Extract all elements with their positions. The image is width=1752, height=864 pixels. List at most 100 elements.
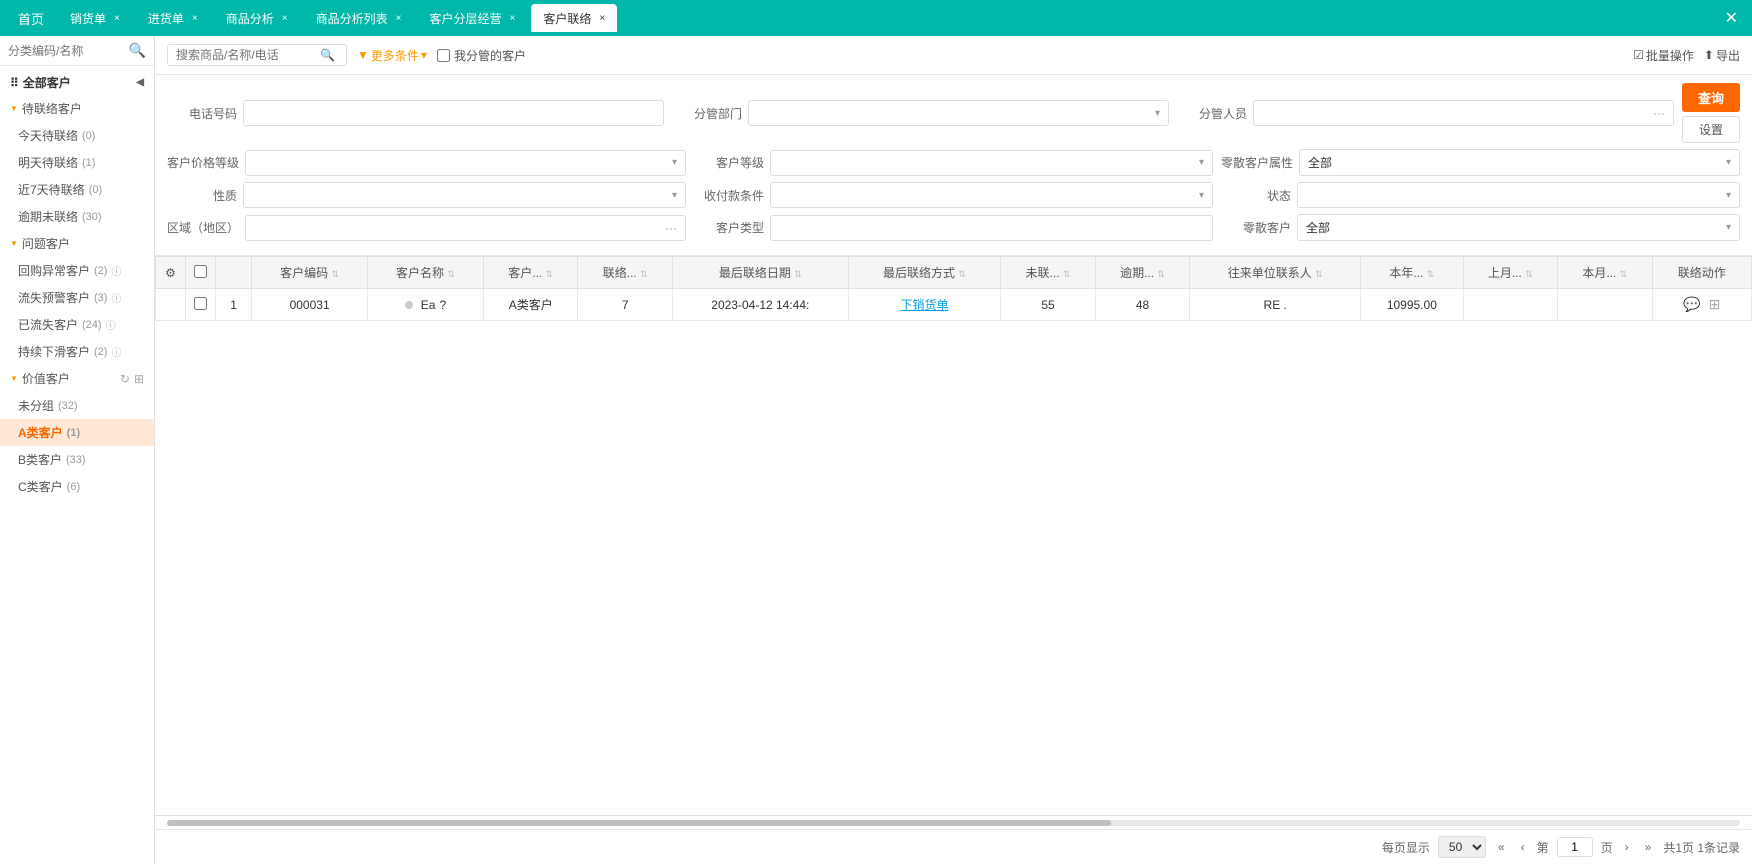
th-settings[interactable]: ⚙	[156, 257, 186, 289]
th-checkbox[interactable]	[186, 257, 216, 289]
per-page-select[interactable]: 50	[1438, 836, 1486, 858]
sidebar-item-class-b[interactable]: B类客户 (33)	[0, 446, 154, 473]
sidebar-item-overdue[interactable]: 逾期未联络 (30)	[0, 203, 154, 230]
person-input[interactable]: ···	[1253, 100, 1674, 126]
sidebar-item-tomorrow[interactable]: 明天待联络 (1)	[0, 149, 154, 176]
th-not-contacted[interactable]: 未联... ⇅	[1001, 257, 1096, 289]
th-this-year[interactable]: 本年... ⇅	[1361, 257, 1463, 289]
th-unit-contact[interactable]: 往来单位联系人 ⇅	[1190, 257, 1361, 289]
nav-tab-purchase[interactable]: 进货单 ×	[136, 4, 210, 32]
filter-field-region: 区域（地区） ···	[167, 215, 686, 241]
link-icon[interactable]: ⊞	[1709, 296, 1721, 313]
query-button[interactable]: 查询	[1682, 83, 1740, 112]
filter-field-dept: 分管部门 ▾	[672, 100, 1169, 126]
cell-this-year: 10995.00	[1361, 289, 1463, 321]
close-icon[interactable]: ×	[282, 13, 288, 24]
cell-last-method[interactable]: 下销货单	[848, 289, 1001, 321]
sidebar-item-class-c[interactable]: C类客户 (6)	[0, 473, 154, 500]
sidebar-item-unclassified[interactable]: 未分组 (32)	[0, 392, 154, 419]
my-customers-checkbox[interactable]: 我分管的客户	[437, 47, 526, 64]
nav-tab-analysis-list[interactable]: 商品分析列表 ×	[304, 4, 414, 32]
th-contact[interactable]: 联络... ⇅	[578, 257, 673, 289]
last-page-button[interactable]: »	[1641, 838, 1656, 856]
sidebar-search-icon[interactable]: 🔍	[129, 42, 146, 59]
close-icon[interactable]: ×	[599, 13, 605, 24]
page-number-input[interactable]	[1557, 837, 1593, 857]
th-last-date[interactable]: 最后联络日期 ⇅	[672, 257, 848, 289]
retail-attr-input[interactable]: 全部 ▾	[1299, 149, 1740, 176]
more-filters-button[interactable]: ▼ 更多条件 ▾	[357, 47, 427, 64]
filter-field-retail-customer: 零散客户 全部 ▾	[1221, 214, 1740, 241]
sidebar-item-today[interactable]: 今天待联络 (0)	[0, 122, 154, 149]
chevron-down-icon: ▾	[1726, 157, 1731, 168]
th-last-method[interactable]: 最后联络方式 ⇅	[848, 257, 1001, 289]
th-action[interactable]: 联络动作	[1652, 257, 1751, 289]
status-input[interactable]: ▾	[1297, 182, 1740, 208]
sidebar-group-problem[interactable]: ▼ 问题客户	[0, 230, 154, 257]
nav-tab-analysis[interactable]: 商品分析 ×	[214, 4, 300, 32]
first-page-button[interactable]: «	[1494, 838, 1509, 856]
th-code[interactable]: 客户编码 ⇅	[252, 257, 368, 289]
cell-last-date: 2023-04-12 14:44:	[672, 289, 848, 321]
th-this-month[interactable]: 本月... ⇅	[1558, 257, 1653, 289]
customer-type-input[interactable]	[770, 215, 1213, 241]
sidebar-search-area: 🔍	[0, 36, 154, 66]
th-last-month[interactable]: 上月... ⇅	[1463, 257, 1558, 289]
scroll-thumb[interactable]	[167, 820, 1111, 826]
nav-tab-customer-tier[interactable]: 客户分层经营 ×	[417, 4, 527, 32]
nature-input[interactable]: ▾	[243, 182, 686, 208]
triangle-icon: ▼	[10, 239, 18, 248]
sidebar-item-declining[interactable]: 持续下滑客户 (2) ⓘ	[0, 338, 154, 365]
sidebar-search-input[interactable]	[8, 44, 125, 58]
region-input[interactable]: ···	[245, 215, 686, 241]
phone-input[interactable]	[243, 100, 664, 126]
top-nav: 首页 销货单 × 进货单 × 商品分析 × 商品分析列表 × 客户分层经营 × …	[0, 0, 1752, 36]
window-close-button[interactable]: ✕	[1719, 8, 1744, 28]
sidebar-item-warning[interactable]: 流失预警客户 (3) ⓘ	[0, 284, 154, 311]
cell-this-month	[1558, 289, 1653, 321]
nav-home[interactable]: 首页	[8, 9, 54, 28]
dept-input[interactable]: ▾	[748, 100, 1169, 126]
nav-tab-customer-contact[interactable]: 客户联络 ×	[531, 4, 617, 32]
customer-tier-input[interactable]: ▾	[770, 150, 1213, 176]
all-customers-header[interactable]: ⠿ 全部客户 ◀	[0, 66, 154, 95]
refresh-icon[interactable]: ↻	[120, 372, 130, 386]
cell-checkbox[interactable]	[186, 289, 216, 321]
filter-field-payment: 收付款条件 ▾	[694, 182, 1213, 208]
cell-unit-contact: RE .	[1190, 289, 1361, 321]
cell-contact-count: 7	[578, 289, 673, 321]
chat-icon[interactable]: 💬	[1683, 296, 1700, 313]
settings-button[interactable]: 设置	[1682, 116, 1740, 143]
payment-input[interactable]: ▾	[770, 182, 1213, 208]
settings-icon[interactable]: ⊞	[134, 372, 144, 386]
filter-field-customer-tier: 客户等级 ▾	[694, 150, 1213, 176]
th-overdue[interactable]: 逾期... ⇅	[1095, 257, 1190, 289]
sidebar-item-class-a[interactable]: A类客户 (1)	[0, 419, 154, 446]
sidebar-item-lost[interactable]: 已流失客户 (24) ⓘ	[0, 311, 154, 338]
th-name[interactable]: 客户名称 ⇅	[368, 257, 484, 289]
next-page-button[interactable]: ›	[1621, 838, 1633, 856]
price-tier-input[interactable]: ▾	[245, 150, 686, 176]
close-icon[interactable]: ×	[396, 13, 402, 24]
prev-page-button[interactable]: ‹	[1517, 838, 1529, 856]
export-button[interactable]: ⬆ 导出	[1704, 47, 1740, 64]
chevron-down-icon: ▾	[421, 48, 427, 62]
close-icon[interactable]: ×	[114, 13, 120, 24]
close-icon[interactable]: ×	[509, 13, 515, 24]
grid-icon: ⠿	[10, 76, 19, 90]
search-box: 🔍	[167, 44, 347, 66]
sidebar-group-pending[interactable]: ▼ 待联络客户	[0, 95, 154, 122]
collapse-icon[interactable]: ◀	[136, 77, 144, 88]
sidebar-item-abnormal[interactable]: 回购异常客户 (2) ⓘ	[0, 257, 154, 284]
scroll-track[interactable]	[167, 820, 1740, 826]
nav-tab-sales[interactable]: 销货单 ×	[58, 4, 132, 32]
th-category[interactable]: 客户... ⇅	[483, 257, 578, 289]
batch-ops-button[interactable]: ☑ 批量操作	[1633, 47, 1694, 64]
sidebar-group-value[interactable]: ▼ 价值客户 ↻ ⊞	[0, 365, 154, 392]
search-icon[interactable]: 🔍	[320, 48, 335, 62]
sidebar-item-7days[interactable]: 近7天待联络 (0)	[0, 176, 154, 203]
retail-customer-input[interactable]: 全部 ▾	[1297, 214, 1740, 241]
close-icon[interactable]: ×	[192, 13, 198, 24]
horizontal-scrollbar[interactable]	[155, 815, 1752, 829]
search-input[interactable]	[176, 48, 316, 62]
